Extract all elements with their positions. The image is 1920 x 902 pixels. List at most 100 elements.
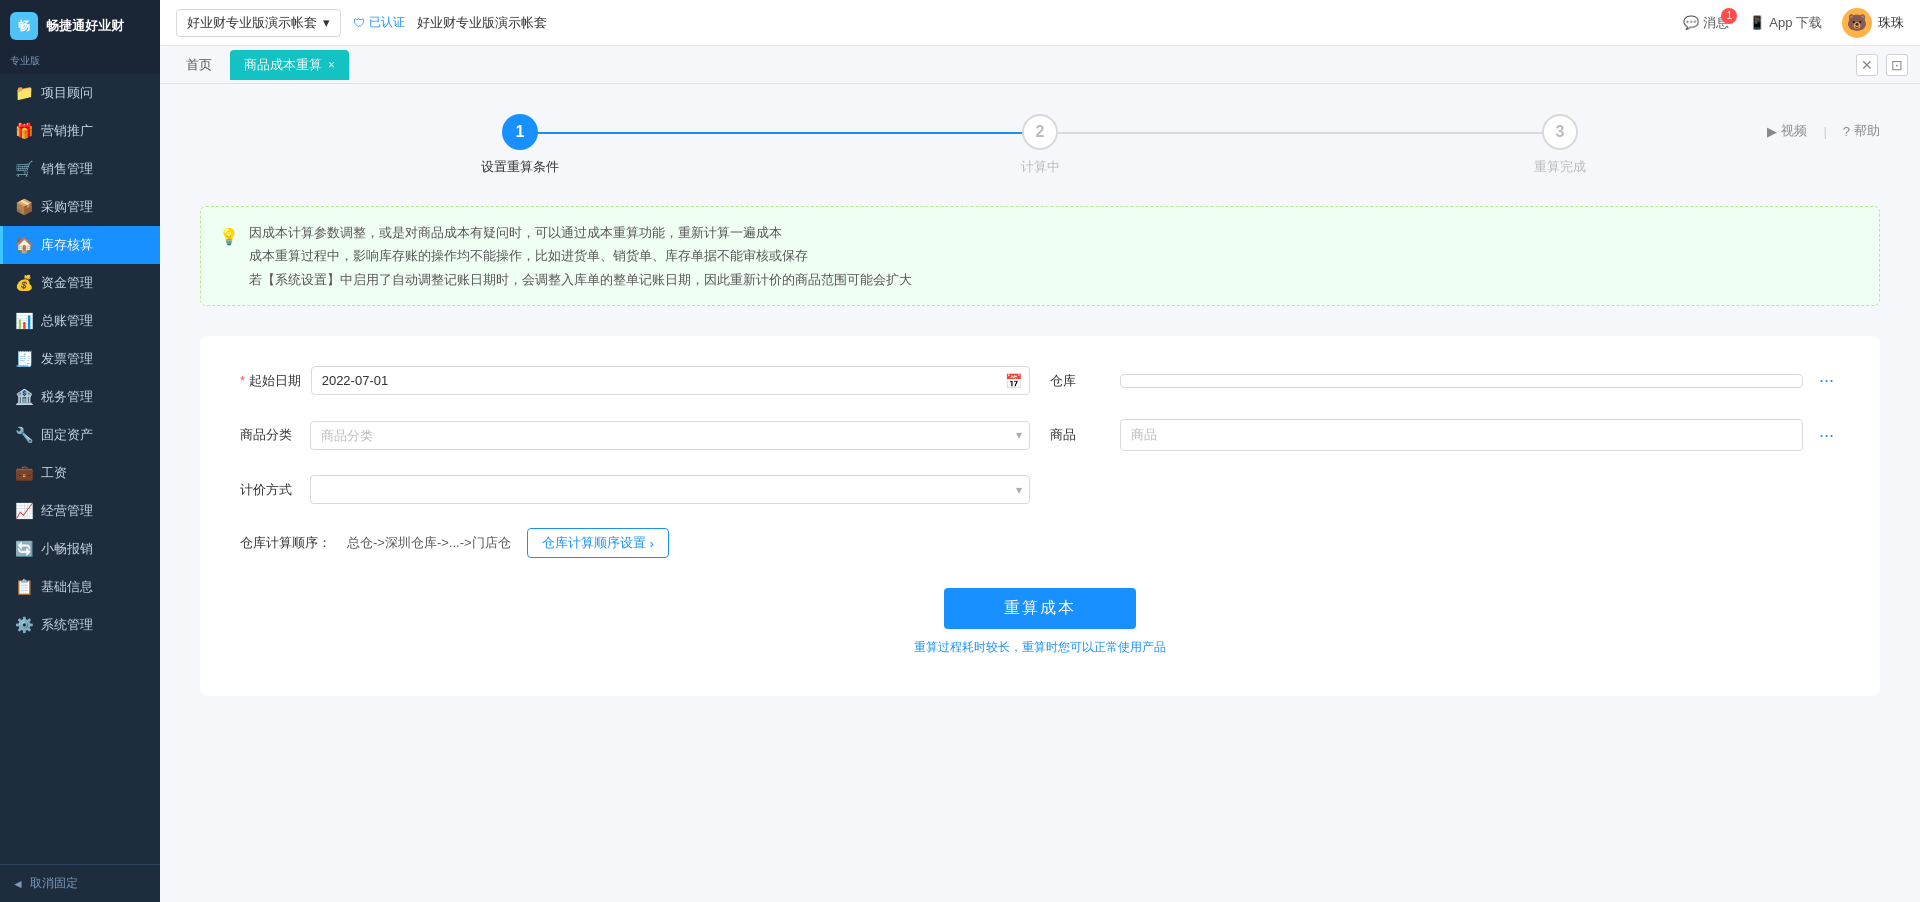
product-dots-button[interactable]: ··· xyxy=(1813,425,1840,446)
info-line-1: 因成本计算参数调整，或是对商品成本有疑问时，可以通过成本重算功能，重新计算一遍成… xyxy=(249,221,912,244)
sidebar-header: 畅 畅捷通好业财 xyxy=(0,0,160,52)
submit-button[interactable]: 重算成本 xyxy=(944,588,1136,629)
tabbar-controls: ✕ ⊡ xyxy=(1856,54,1908,76)
sidebar-label-invoice: 发票管理 xyxy=(41,350,93,368)
tab-cost-recalc-close[interactable]: × xyxy=(328,58,335,72)
sidebar-item-operation[interactable]: 📈 经营管理 xyxy=(0,492,160,530)
form-group-warehouse: 仓库 ··· xyxy=(1050,370,1840,391)
sidebar-label-system: 系统管理 xyxy=(41,616,93,634)
sidebar-icon-tax: 🏦 xyxy=(15,388,33,406)
app-download-button[interactable]: 📱 App 下载 xyxy=(1749,14,1822,32)
divider: | xyxy=(1823,124,1826,139)
sidebar-label-sales: 销售管理 xyxy=(41,160,93,178)
step-1-circle: 1 xyxy=(502,114,538,150)
sidebar-icon-sales: 🛒 xyxy=(15,160,33,178)
phone-icon: 📱 xyxy=(1749,15,1765,30)
sidebar-item-salary[interactable]: 💼 工资 xyxy=(0,454,160,492)
sidebar-item-basic[interactable]: 📋 基础信息 xyxy=(0,568,160,606)
tab-cost-recalc-label: 商品成本重算 xyxy=(244,56,322,74)
sidebar-item-expense[interactable]: 🔄 小畅报销 xyxy=(0,530,160,568)
sidebar-icon-system: ⚙️ xyxy=(15,616,33,634)
verified-badge: 🛡 已认证 xyxy=(353,14,405,31)
step-1-num: 1 xyxy=(516,123,525,141)
account-selector[interactable]: 好业财专业版演示帐套 ▾ xyxy=(176,9,341,37)
sidebar-label-tax: 税务管理 xyxy=(41,388,93,406)
username-label: 珠珠 xyxy=(1878,14,1904,32)
info-box: 💡 因成本计算参数调整，或是对商品成本有疑问时，可以通过成本重算功能，重新计算一… xyxy=(200,206,1880,306)
step-3-label: 重算完成 xyxy=(1534,158,1586,176)
warehouse-dots-button[interactable]: ··· xyxy=(1813,370,1840,391)
sidebar-item-project[interactable]: 📁 项目顾问 xyxy=(0,74,160,112)
form-row-2: 商品分类 商品分类 ▾ 商品 商品 ··· xyxy=(240,419,1840,451)
logo-text: 畅 xyxy=(18,18,30,35)
wizard-helpers: ▶ 视频 | ? 帮助 xyxy=(1767,122,1880,140)
dropdown-icon: ▾ xyxy=(323,15,330,30)
message-button[interactable]: 💬 消息 1 xyxy=(1683,14,1729,32)
warehouse-field[interactable] xyxy=(1120,374,1803,388)
sidebar-item-invoice[interactable]: 🧾 发票管理 xyxy=(0,340,160,378)
product-field[interactable]: 商品 xyxy=(1120,419,1803,451)
sidebar-nav: 📁 项目顾问 🎁 营销推广 🛒 销售管理 📦 采购管理 🏠 库存核算 💰 资金管… xyxy=(0,74,160,864)
sidebar: 畅 畅捷通好业财 专业版 📁 项目顾问 🎁 营销推广 🛒 销售管理 📦 采购管理… xyxy=(0,0,160,902)
sidebar-label-purchase: 采购管理 xyxy=(41,198,93,216)
tab-home[interactable]: 首页 xyxy=(172,50,226,80)
sidebar-icon-operation: 📈 xyxy=(15,502,33,520)
video-help-button[interactable]: ▶ 视频 xyxy=(1767,122,1807,140)
video-label: 视频 xyxy=(1781,122,1807,140)
close-tab-button[interactable]: ✕ xyxy=(1856,54,1878,76)
sidebar-label-accounting: 总账管理 xyxy=(41,312,93,330)
verified-label: 已认证 xyxy=(369,14,405,31)
sidebar-label-marketing: 营销推广 xyxy=(41,122,93,140)
sidebar-item-tax[interactable]: 🏦 税务管理 xyxy=(0,378,160,416)
account-select-text: 好业财专业版演示帐套 xyxy=(187,14,317,32)
sidebar-item-finance[interactable]: 💰 资金管理 xyxy=(0,264,160,302)
step-1-label: 设置重算条件 xyxy=(481,158,559,176)
calc-order-btn-label: 仓库计算顺序设置 xyxy=(542,534,646,552)
sidebar-item-accounting[interactable]: 📊 总账管理 xyxy=(0,302,160,340)
sidebar-icon-marketing: 🎁 xyxy=(15,122,33,140)
submit-area: 重算成本 重算过程耗时较长，重算时您可以正常使用产品 xyxy=(240,588,1840,656)
sidebar-item-sales[interactable]: 🛒 销售管理 xyxy=(0,150,160,188)
calendar-icon[interactable]: 📅 xyxy=(1005,373,1022,389)
category-label: 商品分类 xyxy=(240,426,300,444)
wizard-steps: 1 设置重算条件 2 计算中 3 重算完成 xyxy=(200,114,1880,176)
chevron-right-icon: › xyxy=(650,536,654,551)
info-line-3: 若【系统设置】中启用了自动调整记账日期时，会调整入库单的整单记账日期，因此重新计… xyxy=(249,268,912,291)
submit-btn-label: 重算成本 xyxy=(1004,599,1076,616)
message-badge: 1 xyxy=(1721,8,1737,24)
sidebar-label-basic: 基础信息 xyxy=(41,578,93,596)
start-date-input[interactable] xyxy=(311,366,1030,395)
help-button[interactable]: ? 帮助 xyxy=(1843,122,1880,140)
calc-order-settings-button[interactable]: 仓库计算顺序设置 › xyxy=(527,528,669,558)
info-box-content: 因成本计算参数调整，或是对商品成本有疑问时，可以通过成本重算功能，重新计算一遍成… xyxy=(249,221,912,291)
sidebar-item-purchase[interactable]: 📦 采购管理 xyxy=(0,188,160,226)
main-area: 好业财专业版演示帐套 ▾ 🛡 已认证 好业财专业版演示帐套 💬 消息 1 📱 A… xyxy=(160,0,1920,902)
pricing-label: 计价方式 xyxy=(240,481,300,499)
step-2: 2 计算中 xyxy=(780,114,1300,176)
sidebar-item-marketing[interactable]: 🎁 营销推广 xyxy=(0,112,160,150)
sidebar-icon-invoice: 🧾 xyxy=(15,350,33,368)
sidebar-icon-inventory: 🏠 xyxy=(15,236,33,254)
sidebar-icon-expense: 🔄 xyxy=(15,540,33,558)
info-line-2: 成本重算过程中，影响库存账的操作均不能操作，比如进货单、销货单、库存单据不能审核… xyxy=(249,244,912,267)
sidebar-label-inventory: 库存核算 xyxy=(41,236,93,254)
sidebar-icon-basic: 📋 xyxy=(15,578,33,596)
pricing-select[interactable] xyxy=(310,475,1030,504)
tab-cost-recalc[interactable]: 商品成本重算 × xyxy=(230,50,349,80)
user-area[interactable]: 🐻 珠珠 xyxy=(1842,8,1904,38)
help-label: 帮助 xyxy=(1854,122,1880,140)
warehouse-label: 仓库 xyxy=(1050,372,1110,390)
tab-home-label: 首页 xyxy=(186,56,212,74)
sidebar-item-assets[interactable]: 🔧 固定资产 xyxy=(0,416,160,454)
category-select-wrapper: 商品分类 ▾ xyxy=(310,421,1030,450)
message-icon: 💬 xyxy=(1683,15,1699,30)
category-select[interactable]: 商品分类 xyxy=(310,421,1030,450)
help-icon: ? xyxy=(1843,124,1850,139)
content-area: 1 设置重算条件 2 计算中 3 重算完成 xyxy=(160,84,1920,902)
step-2-line xyxy=(1040,132,1560,134)
sidebar-footer-collapse[interactable]: ◄ 取消固定 xyxy=(0,864,160,902)
sidebar-item-system[interactable]: ⚙️ 系统管理 xyxy=(0,606,160,644)
maximize-button[interactable]: ⊡ xyxy=(1886,54,1908,76)
step-1: 1 设置重算条件 xyxy=(260,114,780,176)
sidebar-item-inventory[interactable]: 🏠 库存核算 xyxy=(0,226,160,264)
